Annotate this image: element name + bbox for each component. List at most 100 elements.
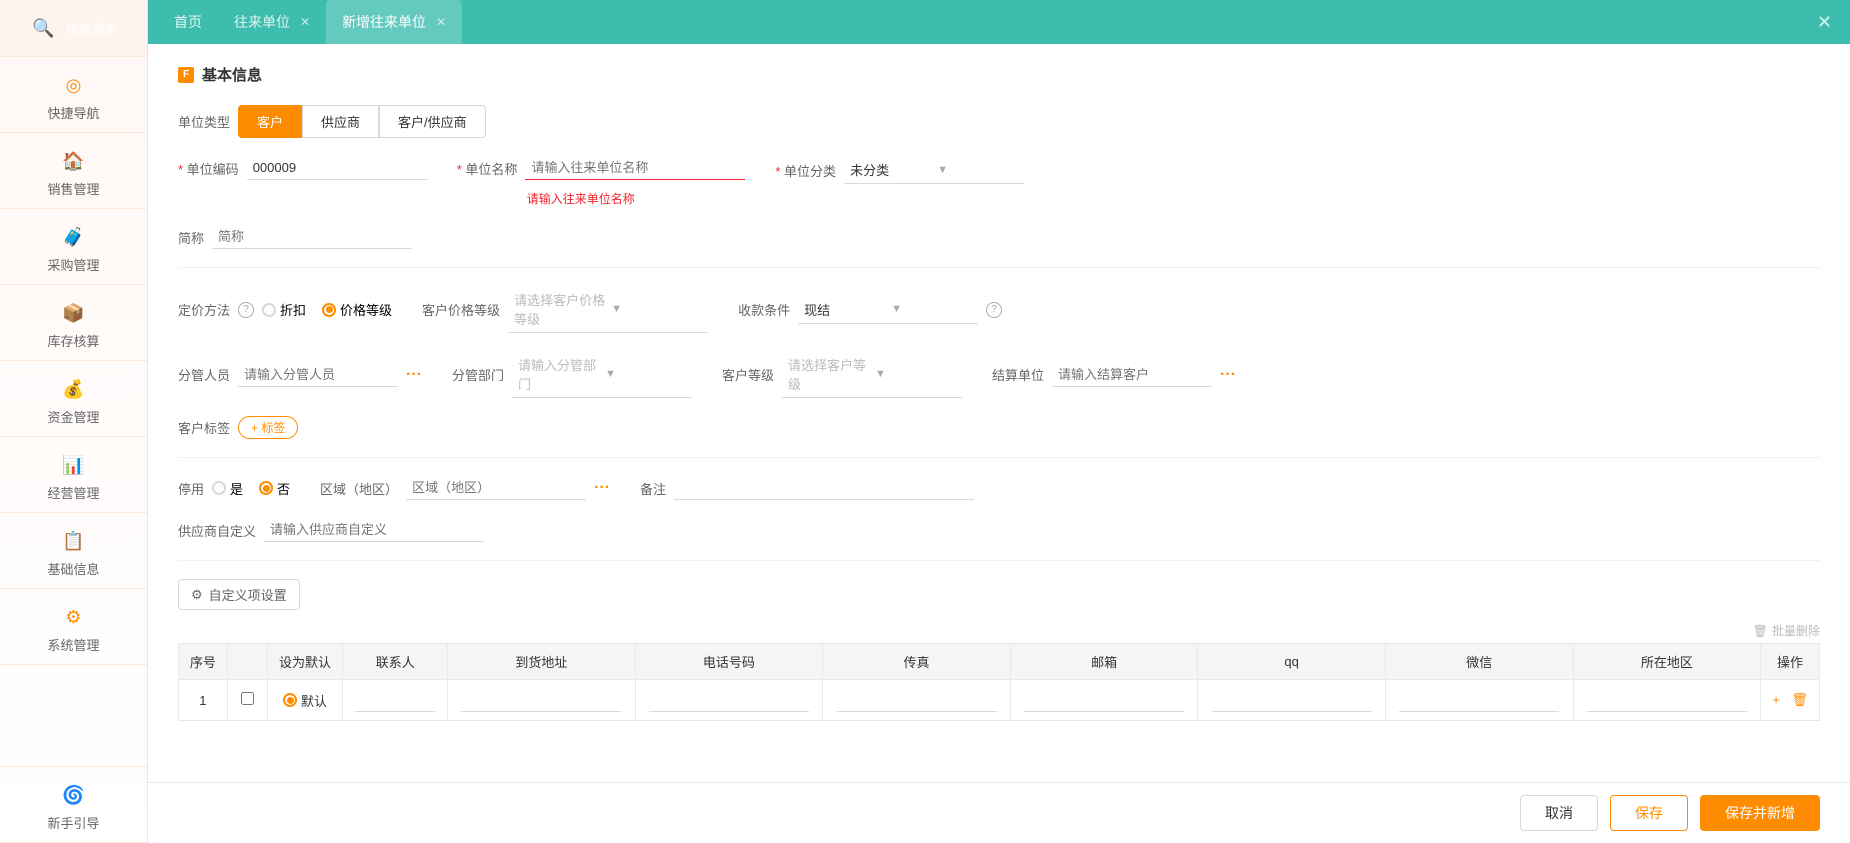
batch-delete-label[interactable]: 批量删除 bbox=[1772, 622, 1820, 639]
sidebar-item-inventory[interactable]: 📦 库存核算 bbox=[0, 285, 147, 361]
pricing-discount-option[interactable]: 折扣 bbox=[262, 300, 306, 319]
unit-type-label: 单位类型 bbox=[178, 112, 230, 131]
disabled-no-option[interactable]: 否 bbox=[259, 479, 290, 498]
phone-input[interactable] bbox=[649, 688, 809, 712]
email-input[interactable] bbox=[1024, 688, 1184, 712]
disabled-no-radio[interactable] bbox=[259, 481, 273, 495]
department-group: 分管部门 请输入分管部门 ▼ bbox=[452, 351, 692, 398]
unit-name-input[interactable] bbox=[525, 156, 745, 180]
customer-level-select[interactable]: 请选择客户等级 ▼ bbox=[782, 351, 962, 398]
col-fax: 传真 bbox=[823, 644, 1011, 680]
settlement-ellipsis[interactable]: ··· bbox=[1220, 366, 1236, 384]
unit-category-select[interactable]: 未分类 ▼ bbox=[844, 156, 1024, 184]
remarks-label: 备注 bbox=[640, 479, 666, 498]
default-radio-circle[interactable] bbox=[283, 693, 297, 707]
disabled-yes-radio[interactable] bbox=[212, 481, 226, 495]
dept-dropdown-icon: ▼ bbox=[605, 368, 686, 380]
location-input[interactable] bbox=[1587, 688, 1747, 712]
abbr-label: 简称 bbox=[178, 228, 204, 247]
pricing-level-option[interactable]: 价格等级 bbox=[322, 300, 392, 319]
row-fax bbox=[823, 680, 1011, 721]
manager-ellipsis[interactable]: ··· bbox=[406, 366, 422, 384]
qq-input[interactable] bbox=[1212, 688, 1372, 712]
sidebar-item-sales[interactable]: 🏠 销售管理 bbox=[0, 133, 147, 209]
unit-type-supplier[interactable]: 供应商 bbox=[302, 105, 379, 138]
search-icon: 🔍 bbox=[29, 14, 57, 42]
divider-2 bbox=[178, 457, 1820, 458]
unit-type-both[interactable]: 客户/供应商 bbox=[379, 105, 486, 138]
tab-new-contact[interactable]: 新增往来单位 ✕ bbox=[326, 0, 462, 44]
pricing-help-icon[interactable]: ? bbox=[238, 302, 254, 318]
customer-price-level-select[interactable]: 请选择客户价格等级 ▼ bbox=[508, 286, 708, 333]
contact-input[interactable] bbox=[355, 688, 435, 712]
supplier-custom-row: 供应商自定义 bbox=[178, 518, 1820, 542]
basic-icon: 📋 bbox=[60, 527, 88, 555]
settlement-unit-input[interactable] bbox=[1052, 363, 1212, 387]
supplier-custom-group: 供应商自定义 bbox=[178, 518, 484, 542]
abbr-input[interactable] bbox=[212, 225, 412, 249]
customer-price-level-label: 客户价格等级 bbox=[422, 300, 500, 319]
window-close-button[interactable]: ✕ bbox=[1809, 12, 1840, 33]
home-icon: ◎ bbox=[60, 71, 88, 99]
tab-home[interactable]: 首页 bbox=[158, 0, 218, 44]
row-delete-btn[interactable]: 🗑 bbox=[1791, 692, 1808, 707]
row-checkbox-input[interactable] bbox=[241, 692, 254, 705]
fax-input[interactable] bbox=[837, 688, 997, 712]
row-wechat bbox=[1385, 680, 1573, 721]
col-contact: 联系人 bbox=[343, 644, 448, 680]
close-contacts-tab[interactable]: ✕ bbox=[300, 15, 310, 29]
save-and-new-button[interactable]: 保存并新增 bbox=[1700, 795, 1820, 831]
sidebar-item-operations[interactable]: 📊 经营管理 bbox=[0, 437, 147, 513]
remarks-input[interactable] bbox=[674, 476, 974, 500]
sidebar: 🔍 搜索菜单 ◎ 快捷导航 🏠 销售管理 🧳 采购管理 📦 库存核算 💰 资金管… bbox=[0, 0, 148, 843]
save-button[interactable]: 保存 bbox=[1610, 795, 1688, 831]
wechat-input[interactable] bbox=[1399, 688, 1559, 712]
disabled-radio-group: 是 否 bbox=[212, 479, 290, 498]
supplier-custom-input[interactable] bbox=[264, 518, 484, 542]
cancel-button[interactable]: 取消 bbox=[1520, 795, 1598, 831]
sidebar-item-basic[interactable]: 📋 基础信息 bbox=[0, 513, 147, 589]
add-tag-button[interactable]: + 标签 bbox=[238, 416, 298, 439]
address-input[interactable] bbox=[461, 688, 621, 712]
table-row: 1 默认 bbox=[179, 680, 1820, 721]
region-input[interactable] bbox=[406, 476, 586, 500]
tab-contacts[interactable]: 往来单位 ✕ bbox=[218, 0, 326, 44]
col-region: 所在地区 bbox=[1573, 644, 1761, 680]
sidebar-item-guide[interactable]: 🌀 新手引导 bbox=[0, 766, 147, 843]
sidebar-item-quick-nav[interactable]: ◎ 快捷导航 bbox=[0, 57, 147, 133]
unit-code-input[interactable] bbox=[247, 156, 427, 180]
col-default: 设为默认 bbox=[267, 644, 343, 680]
row-default-radio[interactable]: 默认 bbox=[278, 691, 333, 710]
sidebar-item-search[interactable]: 🔍 搜索菜单 bbox=[0, 0, 147, 57]
abbr-group: 简称 bbox=[178, 225, 412, 249]
sidebar-item-finance[interactable]: 💰 资金管理 bbox=[0, 361, 147, 437]
disabled-yes-option[interactable]: 是 bbox=[212, 479, 243, 498]
unit-type-group: 单位类型 客户 供应商 客户/供应商 bbox=[178, 105, 486, 138]
tags-label: 客户标签 bbox=[178, 418, 230, 437]
manager-input[interactable] bbox=[238, 363, 398, 387]
close-new-contact-tab[interactable]: ✕ bbox=[436, 15, 446, 29]
col-seq: 序号 bbox=[179, 644, 228, 680]
pricing-level-radio[interactable] bbox=[322, 303, 336, 317]
unit-type-customer[interactable]: 客户 bbox=[238, 105, 302, 138]
custom-settings-button[interactable]: ⚙ 自定义项设置 bbox=[178, 579, 300, 610]
sidebar-item-purchase[interactable]: 🧳 采购管理 bbox=[0, 209, 147, 285]
region-ellipsis[interactable]: ··· bbox=[594, 479, 610, 497]
payment-terms-help-icon[interactable]: ? bbox=[986, 302, 1002, 318]
finance-icon: 💰 bbox=[60, 375, 88, 403]
col-wechat: 微信 bbox=[1385, 644, 1573, 680]
row-add-btn[interactable]: + bbox=[1772, 692, 1780, 707]
payment-terms-select[interactable]: 现结 ▼ bbox=[798, 296, 978, 324]
guide-icon: 🌀 bbox=[60, 781, 88, 809]
pricing-discount-radio[interactable] bbox=[262, 303, 276, 317]
row-address bbox=[448, 680, 636, 721]
settings-icon: ⚙ bbox=[191, 587, 203, 603]
payment-terms-group: 收款条件 现结 ▼ ? bbox=[738, 296, 1002, 324]
form-content: F 基本信息 单位类型 客户 供应商 客户/供应商 单位编码 单位名 bbox=[148, 44, 1850, 782]
row-qq bbox=[1198, 680, 1386, 721]
department-select[interactable]: 请输入分管部门 ▼ bbox=[512, 351, 692, 398]
section-title: F 基本信息 bbox=[178, 64, 1820, 85]
row-location bbox=[1573, 680, 1761, 721]
abbr-row: 简称 bbox=[178, 225, 1820, 249]
sidebar-item-system[interactable]: ⚙ 系统管理 bbox=[0, 589, 147, 665]
